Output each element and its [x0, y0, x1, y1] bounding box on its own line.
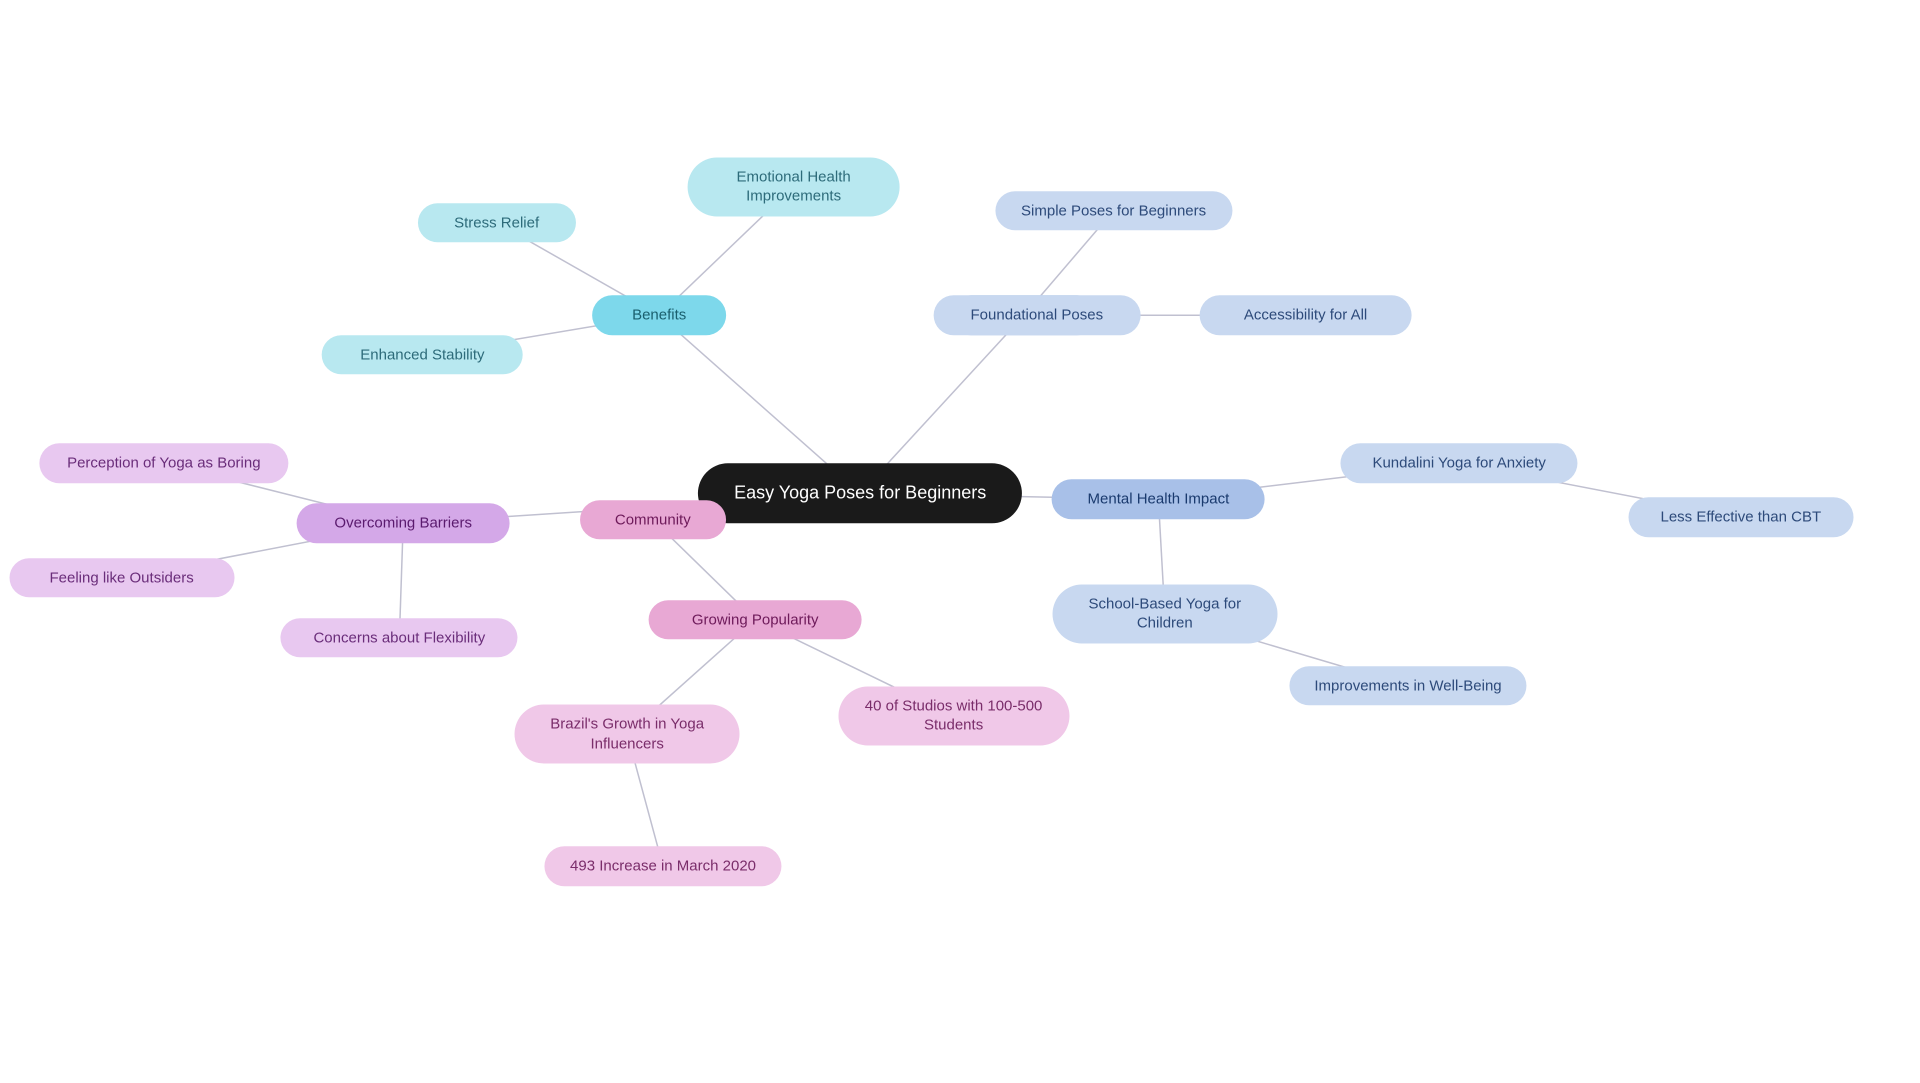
node-enhanced-stability[interactable]: Enhanced Stability [322, 335, 523, 375]
node-brazil-growth[interactable]: Brazil's Growth in Yoga Influencers [515, 705, 740, 764]
node-emotional-health[interactable]: Emotional Health Improvements [687, 157, 900, 216]
node-studios[interactable]: 40 of Studios with 100-500 Students [838, 686, 1069, 745]
node-perception-boring[interactable]: Perception of Yoga as Boring [39, 444, 288, 484]
node-accessibility[interactable]: Accessibility for All [1199, 296, 1412, 336]
node-493-increase[interactable]: 493 Increase in March 2020 [544, 847, 781, 887]
mind-map: Easy Yoga Poses for Beginners Benefits Str… [0, 0, 1920, 1083]
center-node[interactable]: Easy Yoga Poses for Beginners [698, 464, 1022, 523]
node-foundational-poses[interactable]: Foundational Poses [933, 296, 1140, 336]
node-school-yoga[interactable]: School-Based Yoga for Children [1052, 584, 1277, 643]
node-concerns-flexibility[interactable]: Concerns about Flexibility [281, 618, 518, 658]
node-overcoming-barriers[interactable]: Overcoming Barriers [297, 504, 510, 544]
node-community[interactable]: Community [580, 500, 726, 540]
connection-lines [0, 0, 1920, 1083]
node-improvements-wellbeing[interactable]: Improvements in Well-Being [1289, 666, 1526, 706]
node-less-effective[interactable]: Less Effective than CBT [1628, 498, 1853, 538]
node-benefits[interactable]: Benefits [592, 296, 726, 336]
node-growing-popularity[interactable]: Growing Popularity [649, 600, 862, 640]
node-feeling-outsiders[interactable]: Feeling like Outsiders [9, 558, 234, 598]
node-mental-health[interactable]: Mental Health Impact [1052, 480, 1265, 520]
node-stress-relief[interactable]: Stress Relief [418, 203, 576, 243]
node-kundalini[interactable]: Kundalini Yoga for Anxiety [1341, 444, 1578, 484]
node-simple-poses[interactable]: Simple Poses for Beginners [995, 191, 1232, 231]
